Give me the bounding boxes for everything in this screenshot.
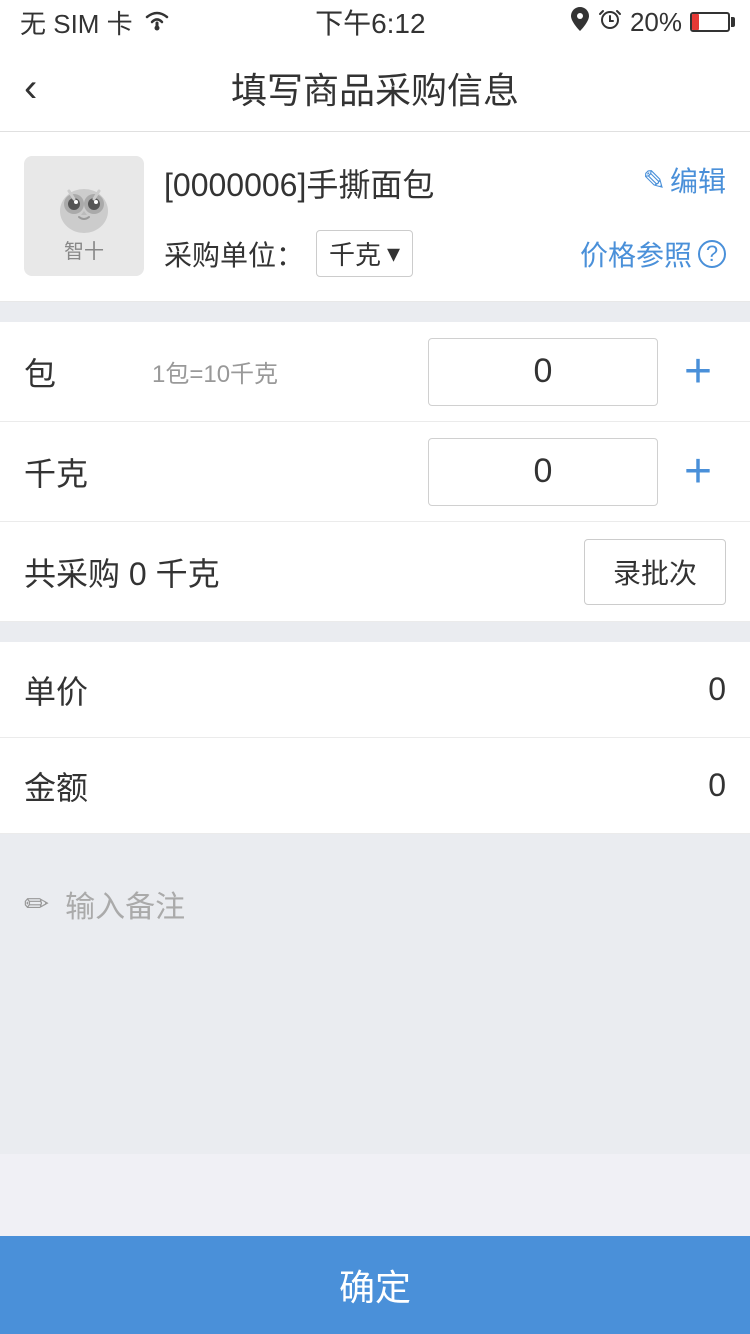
edit-icon: ✎ — [643, 164, 666, 197]
kg-input-row: 千克 0 + — [0, 422, 750, 522]
kg-value: 0 — [534, 452, 553, 491]
status-bar: 无 SIM 卡 下午6:12 20% — [0, 0, 750, 44]
status-time: 下午6:12 — [315, 2, 426, 42]
edit-button[interactable]: ✎ 编辑 — [643, 160, 726, 200]
battery-percent: 20% — [630, 7, 682, 38]
product-name: [0000006]手撕面包 — [164, 160, 434, 206]
battery-icon — [690, 12, 730, 32]
bag-quantity-input[interactable]: 0 — [428, 338, 658, 406]
product-card: 智十 [0000006]手撕面包 ✎ 编辑 采购单位： 千克 ▾ — [0, 132, 750, 302]
unit-price-label: 单价 — [24, 667, 708, 713]
price-ref-label: 价格参照 — [580, 234, 692, 274]
amount-row: 金额 0 — [0, 738, 750, 834]
product-logo-text: 智十 — [64, 235, 104, 264]
unit-label: 采购单位： — [164, 234, 304, 274]
edit-label: 编辑 — [670, 160, 726, 200]
location-icon — [570, 7, 590, 38]
amount-label: 金额 — [24, 763, 708, 809]
kg-label: 千克 — [24, 449, 144, 495]
bag-hint: 1包=10千克 — [152, 354, 278, 389]
confirm-label: 确定 — [339, 1259, 411, 1311]
input-section: 包 1包=10千克 0 + 千克 0 + 共采购 0 千克 录批次 — [0, 322, 750, 622]
bag-plus-button[interactable]: + — [670, 344, 726, 400]
product-info: [0000006]手撕面包 ✎ 编辑 采购单位： 千克 ▾ 价格参照 — [164, 156, 726, 277]
unit-row: 采购单位： 千克 ▾ 价格参照 ? — [164, 230, 726, 277]
section-divider-1 — [0, 302, 750, 322]
status-bar-left: 无 SIM 卡 — [20, 4, 171, 41]
kg-quantity-input[interactable]: 0 — [428, 438, 658, 506]
alarm-icon — [598, 7, 622, 38]
dropdown-arrow-icon: ▾ — [387, 238, 400, 269]
notes-placeholder: 输入备注 — [65, 882, 185, 926]
nav-bar: ‹ 填写商品采购信息 — [0, 44, 750, 132]
content-filler — [0, 954, 750, 1154]
price-section: 单价 0 金额 0 — [0, 642, 750, 834]
page-title: 填写商品采购信息 — [231, 62, 519, 114]
pencil-icon: ✏ — [24, 887, 49, 922]
plus-icon: + — [684, 348, 712, 396]
back-button[interactable]: ‹ — [24, 58, 57, 118]
status-bar-right: 20% — [570, 7, 730, 38]
confirm-button[interactable]: 确定 — [0, 1236, 750, 1334]
price-ref-help-icon: ? — [698, 240, 726, 268]
total-row: 共采购 0 千克 录批次 — [0, 522, 750, 622]
product-name-row: [0000006]手撕面包 ✎ 编辑 — [164, 160, 726, 206]
section-divider-3 — [0, 834, 750, 854]
unit-price-row: 单价 0 — [0, 642, 750, 738]
unit-value: 千克 — [329, 235, 381, 272]
sim-label: 无 SIM 卡 — [20, 4, 133, 41]
bag-input-row: 包 1包=10千克 0 + — [0, 322, 750, 422]
notes-section[interactable]: ✏ 输入备注 — [0, 854, 750, 954]
batch-button[interactable]: 录批次 — [584, 539, 726, 605]
kg-plus-button[interactable]: + — [670, 444, 726, 500]
main-content: 智十 [0000006]手撕面包 ✎ 编辑 采购单位： 千克 ▾ — [0, 132, 750, 1252]
unit-price-value: 0 — [708, 671, 726, 708]
price-reference-button[interactable]: 价格参照 ? — [580, 234, 726, 274]
plus-icon: + — [684, 448, 712, 496]
amount-value: 0 — [708, 767, 726, 804]
bag-label: 包 — [24, 349, 144, 395]
total-label: 共采购 0 千克 — [24, 549, 220, 595]
product-image: 智十 — [24, 156, 144, 276]
bag-value: 0 — [534, 352, 553, 391]
wifi-icon — [143, 7, 171, 38]
section-divider-2 — [0, 622, 750, 642]
unit-select-dropdown[interactable]: 千克 ▾ — [316, 230, 413, 277]
